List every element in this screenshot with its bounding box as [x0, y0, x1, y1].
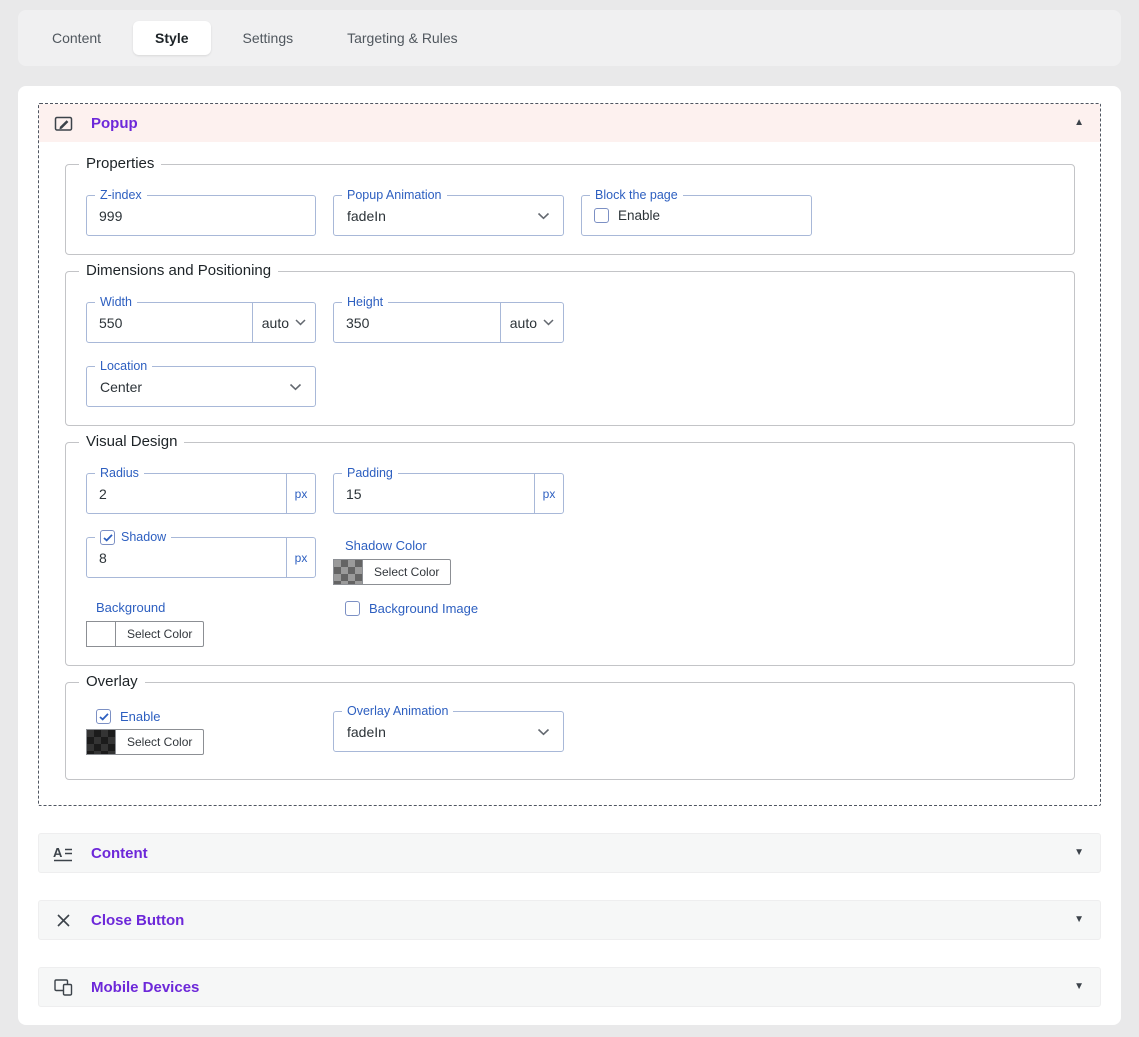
shadow-color-block: Shadow Color Select Color — [333, 537, 564, 585]
popup-animation-value: fadeIn — [347, 207, 386, 224]
popup-section-title: Popup — [91, 114, 138, 132]
check-icon — [98, 712, 109, 721]
tab-settings[interactable]: Settings — [221, 21, 316, 55]
radius-label: Radius — [95, 465, 144, 482]
chevron-down-icon — [289, 383, 302, 390]
shadow-label: Shadow — [121, 530, 167, 544]
popup-animation-label: Popup Animation — [342, 187, 447, 204]
location-value: Center — [100, 378, 143, 395]
collapse-up-icon[interactable]: ▲ — [1074, 118, 1084, 128]
properties-legend: Properties — [79, 155, 162, 172]
overlay-enable-row[interactable]: Enable — [86, 709, 316, 724]
visual-design-group: Visual Design Radius px Padding px — [65, 433, 1075, 666]
background-image-row[interactable]: Background Image — [345, 601, 564, 616]
background-image-checkbox[interactable] — [345, 601, 360, 616]
shadow-color-label: Shadow Color — [345, 538, 427, 553]
popup-animation-field: Popup Animation fadeIn — [333, 187, 564, 236]
check-icon — [102, 533, 113, 542]
radius-field: Radius px — [86, 465, 316, 514]
tab-style[interactable]: Style — [133, 21, 211, 55]
shadow-label-group: Shadow — [95, 529, 172, 546]
popup-section-header[interactable]: Popup ▲ — [39, 104, 1100, 142]
tab-targeting-rules[interactable]: Targeting & Rules — [325, 21, 480, 55]
padding-field: Padding px — [333, 465, 564, 514]
height-unit-value: auto — [509, 314, 537, 331]
overlay-enable-block: Enable Select Color — [86, 709, 316, 755]
overlay-animation-field: Overlay Animation fadeIn — [333, 703, 564, 752]
overlay-enable-checkbox[interactable] — [96, 709, 111, 724]
content-section-title: Content — [91, 844, 148, 862]
block-the-page-field: Block the page Enable — [581, 187, 812, 236]
mobile-devices-section-header[interactable]: Mobile Devices ▼ — [38, 967, 1101, 1007]
popup-section: Popup ▲ Properties Z-index Popup Animati… — [38, 103, 1101, 806]
location-field: Location Center — [86, 358, 316, 407]
height-unit-select[interactable]: auto — [499, 303, 563, 342]
style-settings-card: Popup ▲ Properties Z-index Popup Animati… — [18, 86, 1121, 1025]
close-button-section-header[interactable]: Close Button ▼ — [38, 900, 1101, 940]
overlay-animation-value: fadeIn — [347, 723, 386, 740]
height-field: Height auto — [333, 294, 564, 343]
shadow-color-select-button[interactable]: Select Color — [362, 559, 452, 585]
content-section-header[interactable]: A Content ▼ — [38, 833, 1101, 873]
dimensions-legend: Dimensions and Positioning — [79, 262, 279, 279]
width-field: Width auto — [86, 294, 316, 343]
block-the-page-label: Block the page — [590, 187, 683, 204]
width-unit-select[interactable]: auto — [251, 303, 315, 342]
tab-bar: Content Style Settings Targeting & Rules — [18, 10, 1121, 66]
expand-down-icon[interactable]: ▼ — [1074, 915, 1084, 925]
mobile-devices-icon — [53, 977, 73, 997]
z-index-field: Z-index — [86, 187, 316, 236]
shadow-enable-checkbox[interactable] — [100, 530, 115, 545]
popup-section-body: Properties Z-index Popup Animation fadeI… — [39, 142, 1100, 805]
mobile-devices-section-title: Mobile Devices — [91, 978, 200, 996]
background-image-label: Background Image — [369, 601, 479, 616]
shadow-color-swatch[interactable] — [333, 559, 363, 585]
background-color-block: Background Select Color — [86, 599, 316, 647]
background-color-swatch[interactable] — [86, 621, 116, 647]
overlay-color-select-button[interactable]: Select Color — [115, 729, 205, 755]
overlay-animation-label: Overlay Animation — [342, 703, 454, 720]
z-index-label: Z-index — [95, 187, 147, 204]
close-icon — [53, 910, 73, 930]
popup-icon — [53, 113, 73, 133]
overlay-legend: Overlay — [79, 673, 145, 690]
tab-content[interactable]: Content — [30, 21, 123, 55]
chevron-down-icon — [543, 319, 554, 326]
chevron-down-icon — [537, 728, 550, 735]
block-page-enable-checkbox[interactable] — [594, 208, 609, 223]
overlay-group: Overlay Enable Select Color Overlay Anim… — [65, 673, 1075, 780]
background-label: Background — [96, 600, 166, 615]
properties-group: Properties Z-index Popup Animation fadeI… — [65, 155, 1075, 255]
height-label: Height — [342, 294, 389, 311]
radius-unit: px — [286, 474, 315, 513]
visual-design-legend: Visual Design — [79, 433, 185, 450]
block-page-enable-text: Enable — [618, 208, 661, 223]
content-icon: A — [53, 843, 73, 863]
shadow-field: Shadow px — [86, 529, 316, 578]
overlay-enable-label: Enable — [120, 709, 161, 724]
close-button-section-title: Close Button — [91, 911, 185, 929]
chevron-down-icon — [537, 212, 550, 219]
chevron-down-icon — [295, 319, 306, 326]
width-label: Width — [95, 294, 137, 311]
overlay-color-swatch[interactable] — [86, 729, 116, 755]
shadow-unit: px — [286, 538, 315, 577]
background-select-button[interactable]: Select Color — [115, 621, 205, 647]
location-label: Location — [95, 358, 153, 375]
dimensions-group: Dimensions and Positioning Width auto He… — [65, 262, 1075, 426]
svg-text:A: A — [53, 845, 63, 860]
expand-down-icon[interactable]: ▼ — [1074, 848, 1084, 858]
width-unit-value: auto — [261, 314, 289, 331]
expand-down-icon[interactable]: ▼ — [1074, 982, 1084, 992]
padding-unit: px — [534, 474, 563, 513]
padding-label: Padding — [342, 465, 398, 482]
